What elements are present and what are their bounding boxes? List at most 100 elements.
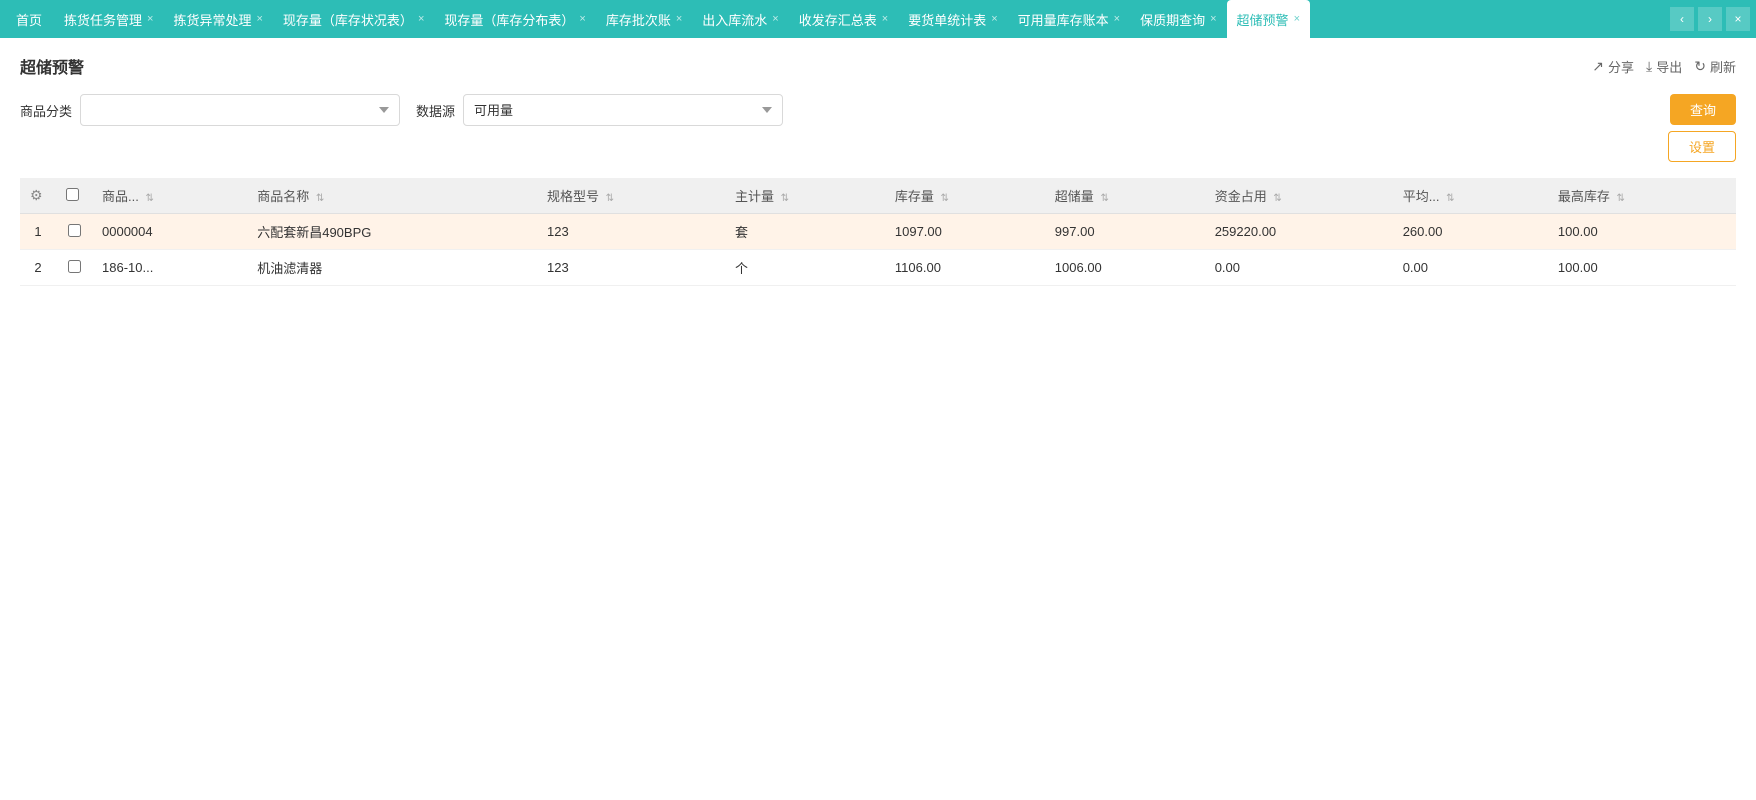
row-checkbox-1[interactable] (56, 250, 92, 286)
col-product-code-label: 商品... (102, 189, 139, 204)
col-unit-header[interactable]: 主计量 ⇅ (725, 178, 885, 214)
row-checkbox-0[interactable] (56, 214, 92, 250)
refresh-button[interactable]: ↻ 刷新 (1694, 57, 1736, 76)
settings-icon[interactable]: ⚙ (30, 187, 43, 203)
nav-tab-close-0[interactable]: × (147, 13, 153, 25)
datasource-select[interactable]: 可用量 (463, 94, 783, 126)
nav-tab-close-7[interactable]: × (991, 13, 997, 25)
nav-arrow-left[interactable]: ‹ (1670, 7, 1694, 31)
export-button[interactable]: ⤓ 导出 (1646, 57, 1682, 76)
col-unit-label: 主计量 (735, 189, 774, 204)
col-overstock-header[interactable]: 超储量 ⇅ (1045, 178, 1205, 214)
cell-capital-1: 0.00 (1205, 250, 1393, 286)
page-title: 超储预警 (20, 54, 84, 78)
nav-tab-close-3[interactable]: × (579, 13, 585, 25)
refresh-icon: ↻ (1694, 58, 1706, 75)
filter-area: 商品分类 数据源 可用量 查询 设置 (20, 94, 1736, 162)
nav-arrow-right[interactable]: › (1698, 7, 1722, 31)
nav-tab-10[interactable]: 超储预警 × (1227, 0, 1310, 38)
nav-tab-close-6[interactable]: × (882, 13, 888, 25)
nav-tab-close-5[interactable]: × (772, 13, 778, 25)
cell-maxstock-0: 100.00 (1548, 214, 1736, 250)
nav-tab-close-8[interactable]: × (1114, 13, 1120, 25)
row-num-1: 2 (20, 250, 56, 286)
cell-spec-1: 123 (537, 250, 725, 286)
nav-tab-0[interactable]: 拣货任务管理 × (54, 0, 163, 38)
nav-tab-label-4: 库存批次账 (606, 10, 671, 29)
col-product-code-header[interactable]: 商品... ⇅ (92, 178, 247, 214)
cell-product-name-0: 六配套新昌490BPG (247, 214, 537, 250)
header-actions: ↗ 分享 ⤓ 导出 ↻ 刷新 (1592, 57, 1736, 76)
row-select-0[interactable] (68, 224, 81, 237)
select-all-checkbox[interactable] (66, 188, 79, 201)
nav-tab-4[interactable]: 库存批次账 × (596, 0, 692, 38)
nav-tab-close-10[interactable]: × (1294, 13, 1300, 25)
page-content: 超储预警 ↗ 分享 ⤓ 导出 ↻ 刷新 商品分类 (0, 38, 1756, 800)
cell-capital-0: 259220.00 (1205, 214, 1393, 250)
nav-tab-label-9: 保质期查询 (1140, 10, 1205, 29)
filter-row: 商品分类 数据源 可用量 (20, 94, 1656, 126)
nav-tab-label-10: 超储预警 (1237, 10, 1289, 29)
cell-overstock-0: 997.00 (1045, 214, 1205, 250)
nav-tab-close-4[interactable]: × (676, 13, 682, 25)
col-avg-label: 平均... (1403, 189, 1440, 204)
nav-tab-label-7: 要货单统计表 (908, 10, 986, 29)
nav-arrows: ‹ › × (1668, 7, 1752, 31)
nav-tab-2[interactable]: 现存量（库存状况表） × (273, 0, 434, 38)
table-body: 1 0000004 六配套新昌490BPG 123 套 1097.00 997.… (20, 214, 1736, 286)
cell-maxstock-1: 100.00 (1548, 250, 1736, 286)
share-icon: ↗ (1592, 58, 1604, 75)
nav-tab-close-1[interactable]: × (256, 13, 262, 25)
col-product-name-header[interactable]: 商品名称 ⇅ (247, 178, 537, 214)
cell-stock-0: 1097.00 (885, 214, 1045, 250)
col-spec-header[interactable]: 规格型号 ⇅ (537, 178, 725, 214)
col-stock-header[interactable]: 库存量 ⇅ (885, 178, 1045, 214)
cell-product-code-0: 0000004 (92, 214, 247, 250)
nav-tab-8[interactable]: 可用量库存账本× (1008, 0, 1130, 38)
col-capital-header[interactable]: 资金占用 ⇅ (1205, 178, 1393, 214)
nav-tab-label-5: 出入库流水 (702, 10, 767, 29)
settings-button[interactable]: 设置 (1668, 131, 1736, 162)
nav-tab-label-0: 拣货任务管理 (64, 10, 142, 29)
nav-tab-close-9[interactable]: × (1210, 13, 1216, 25)
table-header: ⚙ 商品... ⇅ 商品名称 ⇅ 规格型号 ⇅ 主计量 (20, 178, 1736, 214)
nav-tab-close-2[interactable]: × (418, 13, 424, 25)
table-row: 2 186-10... 机油滤清器 123 个 1106.00 1006.00 … (20, 250, 1736, 286)
sort-avg-icon: ⇅ (1446, 193, 1454, 204)
sort-maxstock-icon: ⇅ (1617, 193, 1625, 204)
nav-tab-9[interactable]: 保质期查询 × (1130, 0, 1226, 38)
col-capital-label: 资金占用 (1215, 189, 1267, 204)
nav-tab-3[interactable]: 现存量（库存分布表） × (434, 0, 595, 38)
filter-category-group: 商品分类 (20, 94, 400, 126)
row-select-1[interactable] (68, 260, 81, 273)
share-button[interactable]: ↗ 分享 (1592, 57, 1634, 76)
nav-tab-7[interactable]: 要货单统计表 × (898, 0, 1007, 38)
header-row: ⚙ 商品... ⇅ 商品名称 ⇅ 规格型号 ⇅ 主计量 (20, 178, 1736, 214)
col-maxstock-header[interactable]: 最高库存 ⇅ (1548, 178, 1736, 214)
col-product-name-label: 商品名称 (257, 189, 309, 204)
cell-unit-0: 套 (725, 214, 885, 250)
col-spec-label: 规格型号 (547, 189, 599, 204)
nav-arrow-close[interactable]: × (1726, 7, 1750, 31)
col-avg-header[interactable]: 平均... ⇅ (1393, 178, 1548, 214)
refresh-label: 刷新 (1710, 57, 1736, 76)
nav-tab-5[interactable]: 出入库流水 × (692, 0, 788, 38)
category-label: 商品分类 (20, 101, 72, 120)
export-label: 导出 (1656, 57, 1682, 76)
nav-tab-label-3: 现存量（库存分布表） (444, 10, 574, 29)
col-overstock-label: 超储量 (1055, 189, 1094, 204)
nav-tab-6[interactable]: 收发存汇总表 × (789, 0, 898, 38)
cell-overstock-1: 1006.00 (1045, 250, 1205, 286)
nav-tab-1[interactable]: 拣货异常处理× (163, 0, 272, 38)
sort-product-code-icon: ⇅ (145, 193, 153, 204)
export-icon: ⤓ (1646, 58, 1652, 75)
col-checkbox-header (56, 178, 92, 214)
nav-tab-label-2: 现存量（库存状况表） (283, 10, 413, 29)
nav-home[interactable]: 首页 (4, 10, 54, 29)
share-label: 分享 (1608, 57, 1634, 76)
cell-avg-0: 260.00 (1393, 214, 1548, 250)
query-button[interactable]: 查询 (1670, 94, 1736, 125)
top-nav: 首页 拣货任务管理×拣货异常处理×现存量（库存状况表）×现存量（库存分布表）×库… (0, 0, 1756, 38)
nav-tab-label-6: 收发存汇总表 (799, 10, 877, 29)
category-select[interactable] (80, 94, 400, 126)
